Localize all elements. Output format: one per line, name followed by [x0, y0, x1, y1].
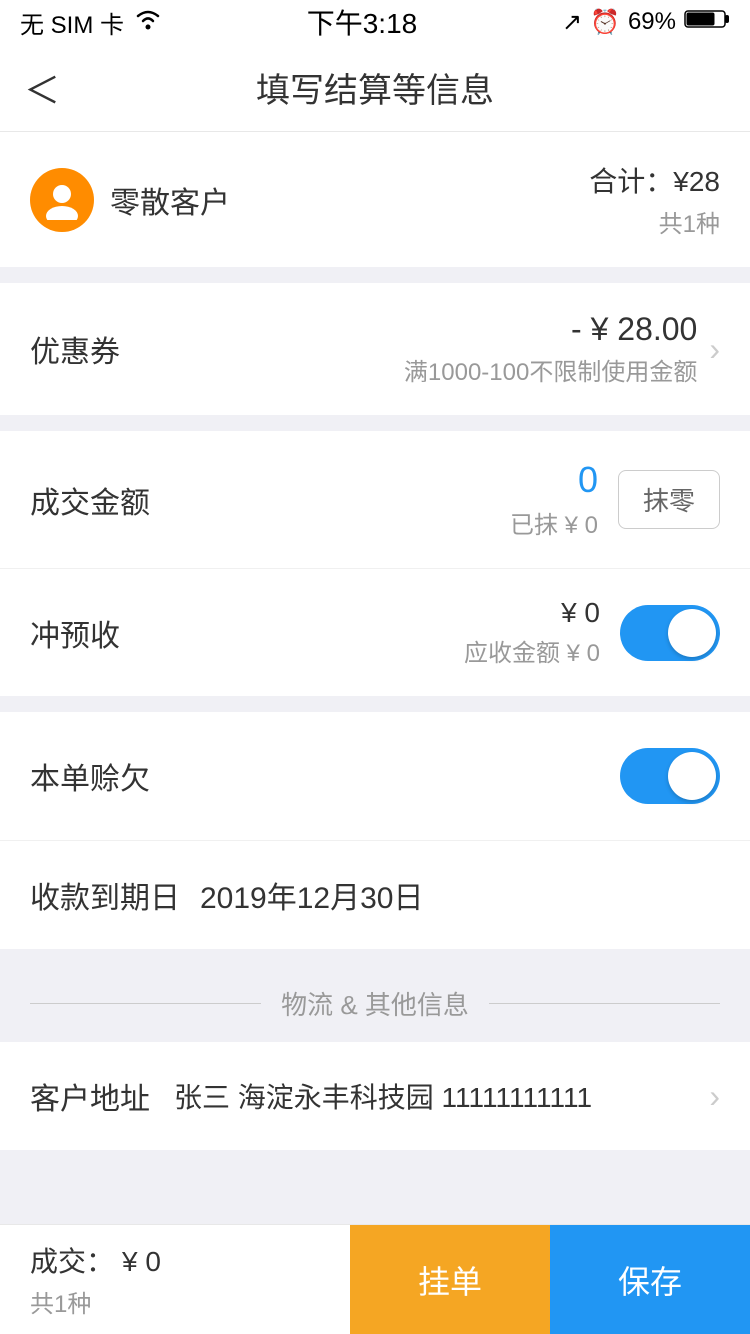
due-date[interactable]: 2019年12月30日 — [200, 873, 423, 917]
customer-avatar — [30, 168, 94, 232]
deal-value-area: 0 已抹 ¥ 0 — [510, 459, 598, 540]
customer-section: 零散客户 合计：¥28 共1种 — [0, 132, 750, 267]
prepay-sub: 应收金额 ¥ 0 — [464, 633, 600, 668]
coupon-content: - ¥ 28.00 满1000-100不限制使用金额 — [404, 311, 697, 387]
address-section[interactable]: 客户地址 张三 海淀永丰科技园 11111111111 › — [0, 1042, 750, 1150]
prepay-value-area: ¥ 0 应收金额 ¥ 0 — [464, 597, 600, 668]
coupon-chevron-icon: › — [709, 331, 720, 368]
coupon-row[interactable]: 优惠券 - ¥ 28.00 满1000-100不限制使用金额 › — [0, 283, 750, 415]
bottom-deal-label: 成交： — [30, 1246, 114, 1277]
round-zero-button[interactable]: 抹零 — [618, 470, 720, 529]
customer-name: 零散客户 — [110, 178, 230, 222]
credit-section: 本单赊欠 收款到期日 2019年12月30日 — [0, 712, 750, 949]
prepay-main: ¥ 0 — [464, 597, 600, 629]
bottom-info: 成交： ¥ 0 共1种 — [0, 1240, 350, 1319]
total-count: 共1种 — [589, 204, 720, 239]
address-row[interactable]: 客户地址 张三 海淀永丰科技园 11111111111 › — [0, 1042, 750, 1150]
due-label: 收款到期日 — [30, 873, 180, 917]
coupon-right: - ¥ 28.00 满1000-100不限制使用金额 › — [404, 311, 720, 387]
toggle-knob — [668, 609, 716, 657]
logistics-divider-left — [30, 1003, 261, 1004]
save-button[interactable]: 保存 — [550, 1225, 750, 1334]
total-amount: 合计：¥28 — [589, 160, 720, 200]
bottom-deal-amount: 成交： ¥ 0 — [30, 1240, 320, 1280]
customer-left: 零散客户 — [30, 168, 230, 232]
customer-right: 合计：¥28 共1种 — [589, 160, 720, 239]
bottom-bar: 成交： ¥ 0 共1种 挂单 保存 — [0, 1224, 750, 1334]
deal-value[interactable]: 0 — [510, 459, 598, 501]
hang-button[interactable]: 挂单 — [350, 1225, 550, 1334]
prepay-label: 冲预收 — [30, 611, 120, 655]
status-time: 下午3:18 — [307, 2, 418, 42]
coupon-desc: 满1000-100不限制使用金额 — [404, 352, 697, 387]
status-bar: 无 SIM 卡 下午3:18 ↗ ⏰ 69% — [0, 0, 750, 44]
battery-icon — [684, 8, 730, 37]
deal-right: 0 已抹 ¥ 0 抹零 — [510, 459, 720, 540]
bottom-deal-value: ¥ 0 — [122, 1246, 161, 1277]
credit-row: 本单赊欠 — [0, 712, 750, 841]
page-title: 填写结算等信息 — [256, 63, 494, 112]
address-label: 客户地址 — [30, 1074, 150, 1118]
coupon-section[interactable]: 优惠券 - ¥ 28.00 满1000-100不限制使用金额 › — [0, 283, 750, 415]
credit-label: 本单赊欠 — [30, 754, 150, 798]
prepay-toggle[interactable] — [620, 605, 720, 661]
bottom-count: 共1种 — [30, 1284, 320, 1319]
logistics-line: 物流 & 其他信息 — [30, 985, 720, 1022]
status-left: 无 SIM 卡 — [20, 5, 162, 40]
back-button[interactable]: ＜ — [24, 62, 60, 114]
credit-toggle[interactable] — [620, 748, 720, 804]
no-sim-text: 无 SIM 卡 — [20, 5, 124, 40]
wifi-icon — [134, 8, 162, 37]
logistics-banner: 物流 & 其他信息 — [0, 965, 750, 1042]
due-row: 收款到期日 2019年12月30日 — [0, 841, 750, 949]
coupon-label: 优惠券 — [30, 327, 120, 371]
logistics-divider-right — [489, 1003, 720, 1004]
credit-toggle-knob — [668, 752, 716, 800]
deal-sub: 已抹 ¥ 0 — [510, 505, 598, 540]
nav-bar: ＜ 填写结算等信息 — [0, 44, 750, 132]
location-icon: ↗ — [562, 8, 582, 37]
deal-label: 成交金额 — [30, 478, 150, 522]
battery-text: 69% — [628, 8, 676, 36]
deal-section: 成交金额 0 已抹 ¥ 0 抹零 冲预收 ¥ 0 应收金额 ¥ 0 — [0, 431, 750, 696]
prepay-right: ¥ 0 应收金额 ¥ 0 — [464, 597, 720, 668]
coupon-amount: - ¥ 28.00 — [404, 311, 697, 348]
prepay-row: 冲预收 ¥ 0 应收金额 ¥ 0 — [0, 569, 750, 696]
status-right: ↗ ⏰ 69% — [562, 8, 730, 37]
address-content: 张三 海淀永丰科技园 11111111111 — [174, 1076, 709, 1116]
address-chevron-icon: › — [709, 1078, 720, 1115]
alarm-icon: ⏰ — [590, 8, 620, 37]
deal-row: 成交金额 0 已抹 ¥ 0 抹零 — [0, 431, 750, 569]
logistics-text: 物流 & 其他信息 — [281, 985, 469, 1022]
